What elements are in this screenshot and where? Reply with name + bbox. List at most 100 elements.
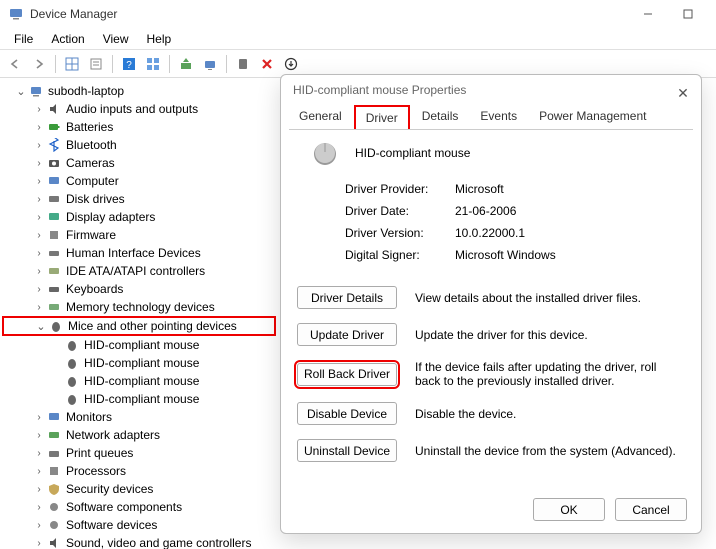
- chevron-right-icon[interactable]: [32, 194, 46, 205]
- battery-icon: [46, 119, 62, 135]
- sound-icon: [46, 535, 62, 549]
- printer-icon: [46, 445, 62, 461]
- menu-file[interactable]: File: [6, 30, 41, 48]
- tree-item-sound[interactable]: Sound, video and game controllers: [4, 534, 276, 549]
- tree-item-network[interactable]: Network adapters: [4, 426, 276, 444]
- tab-driver[interactable]: Driver: [354, 105, 410, 129]
- tree-label: Print queues: [66, 446, 133, 460]
- tree-item-security[interactable]: Security devices: [4, 480, 276, 498]
- chevron-right-icon[interactable]: [32, 284, 46, 295]
- back-button[interactable]: [4, 53, 26, 75]
- tab-events[interactable]: Events: [470, 105, 527, 129]
- device-tree[interactable]: subodh-laptop Audio inputs and outputs B…: [0, 78, 280, 549]
- chevron-down-icon[interactable]: [34, 320, 48, 333]
- date-label: Driver Date:: [345, 204, 455, 226]
- window-controls: [628, 0, 708, 28]
- toolbar-separator: [55, 55, 56, 73]
- menu-action[interactable]: Action: [43, 30, 92, 48]
- tree-item-print[interactable]: Print queues: [4, 444, 276, 462]
- toolbar-grid2-icon[interactable]: [142, 53, 164, 75]
- toolbar-grid-icon[interactable]: [61, 53, 83, 75]
- tree-label: Audio inputs and outputs: [66, 102, 198, 116]
- tree-item-swdevices[interactable]: Software devices: [4, 516, 276, 534]
- tree-item-monitors[interactable]: Monitors: [4, 408, 276, 426]
- toolbar-install-icon[interactable]: [280, 53, 302, 75]
- rollback-driver-button[interactable]: Roll Back Driver: [297, 363, 397, 386]
- toolbar-scan-icon[interactable]: [199, 53, 221, 75]
- tree-item-audio[interactable]: Audio inputs and outputs: [4, 100, 276, 118]
- tree-item-bluetooth[interactable]: Bluetooth: [4, 136, 276, 154]
- toolbar-separator: [112, 55, 113, 73]
- menu-help[interactable]: Help: [139, 30, 180, 48]
- driver-actions: Driver Details View details about the in…: [297, 286, 685, 462]
- tree-label: HID-compliant mouse: [84, 392, 199, 406]
- tree-item-hid-mouse[interactable]: HID-compliant mouse: [4, 390, 276, 408]
- menu-view[interactable]: View: [95, 30, 137, 48]
- tree-item-mice[interactable]: Mice and other pointing devices: [2, 316, 276, 336]
- ok-button[interactable]: OK: [533, 498, 605, 521]
- disable-device-button[interactable]: Disable Device: [297, 402, 397, 425]
- tree-item-ide[interactable]: IDE ATA/ATAPI controllers: [4, 262, 276, 280]
- chevron-right-icon[interactable]: [32, 302, 46, 313]
- tree-item-memory[interactable]: Memory technology devices: [4, 298, 276, 316]
- tree-item-hid-mouse[interactable]: HID-compliant mouse: [4, 354, 276, 372]
- mouse-icon: [64, 373, 80, 389]
- uninstall-device-button[interactable]: Uninstall Device: [297, 439, 397, 462]
- monitor-icon: [46, 409, 62, 425]
- toolbar-help-icon[interactable]: ?: [118, 53, 140, 75]
- mouse-icon: [307, 140, 343, 166]
- minimize-button[interactable]: [628, 0, 668, 28]
- tree-item-firmware[interactable]: Firmware: [4, 226, 276, 244]
- chevron-right-icon[interactable]: [32, 484, 46, 495]
- tree-item-computer[interactable]: Computer: [4, 172, 276, 190]
- tree-item-swcomponents[interactable]: Software components: [4, 498, 276, 516]
- chevron-right-icon[interactable]: [32, 248, 46, 259]
- maximize-button[interactable]: [668, 0, 708, 28]
- chevron-right-icon[interactable]: [32, 212, 46, 223]
- dialog-body: HID-compliant mouse Driver Provider:Micr…: [281, 140, 701, 462]
- tree-root[interactable]: subodh-laptop: [4, 82, 276, 100]
- tab-general[interactable]: General: [289, 105, 352, 129]
- tree-label: Disk drives: [66, 192, 125, 206]
- chevron-right-icon[interactable]: [32, 266, 46, 277]
- cancel-button[interactable]: Cancel: [615, 498, 687, 521]
- chevron-right-icon[interactable]: [32, 520, 46, 531]
- tree-item-keyboards[interactable]: Keyboards: [4, 280, 276, 298]
- tree-item-cameras[interactable]: Cameras: [4, 154, 276, 172]
- tab-power[interactable]: Power Management: [529, 105, 656, 129]
- toolbar-device-icon[interactable]: [232, 53, 254, 75]
- update-driver-button[interactable]: Update Driver: [297, 323, 397, 346]
- driver-details-button[interactable]: Driver Details: [297, 286, 397, 309]
- chevron-right-icon[interactable]: [32, 466, 46, 477]
- chip-icon: [46, 227, 62, 243]
- display-icon: [46, 209, 62, 225]
- close-button[interactable]: ✕: [671, 81, 695, 105]
- toolbar-delete-icon[interactable]: [256, 53, 278, 75]
- toolbar-update-icon[interactable]: [175, 53, 197, 75]
- version-label: Driver Version:: [345, 226, 455, 248]
- chevron-right-icon[interactable]: [32, 140, 46, 151]
- tree-item-display[interactable]: Display adapters: [4, 208, 276, 226]
- chevron-right-icon[interactable]: [32, 448, 46, 459]
- forward-button[interactable]: [28, 53, 50, 75]
- chevron-right-icon[interactable]: [32, 104, 46, 115]
- chevron-right-icon[interactable]: [32, 502, 46, 513]
- speaker-icon: [46, 101, 62, 117]
- chevron-down-icon[interactable]: [14, 85, 28, 98]
- tree-item-processors[interactable]: Processors: [4, 462, 276, 480]
- update-driver-desc: Update the driver for this device.: [415, 328, 685, 342]
- chevron-right-icon[interactable]: [32, 158, 46, 169]
- chevron-right-icon[interactable]: [32, 122, 46, 133]
- chevron-right-icon[interactable]: [32, 176, 46, 187]
- toolbar-properties-icon[interactable]: [85, 53, 107, 75]
- tree-item-hid-mouse[interactable]: HID-compliant mouse: [4, 372, 276, 390]
- tree-item-hid-mouse[interactable]: HID-compliant mouse: [4, 336, 276, 354]
- chevron-right-icon[interactable]: [32, 230, 46, 241]
- chevron-right-icon[interactable]: [32, 412, 46, 423]
- tree-item-hid[interactable]: Human Interface Devices: [4, 244, 276, 262]
- tab-details[interactable]: Details: [412, 105, 469, 129]
- chevron-right-icon[interactable]: [32, 538, 46, 549]
- tree-item-batteries[interactable]: Batteries: [4, 118, 276, 136]
- chevron-right-icon[interactable]: [32, 430, 46, 441]
- tree-item-disk[interactable]: Disk drives: [4, 190, 276, 208]
